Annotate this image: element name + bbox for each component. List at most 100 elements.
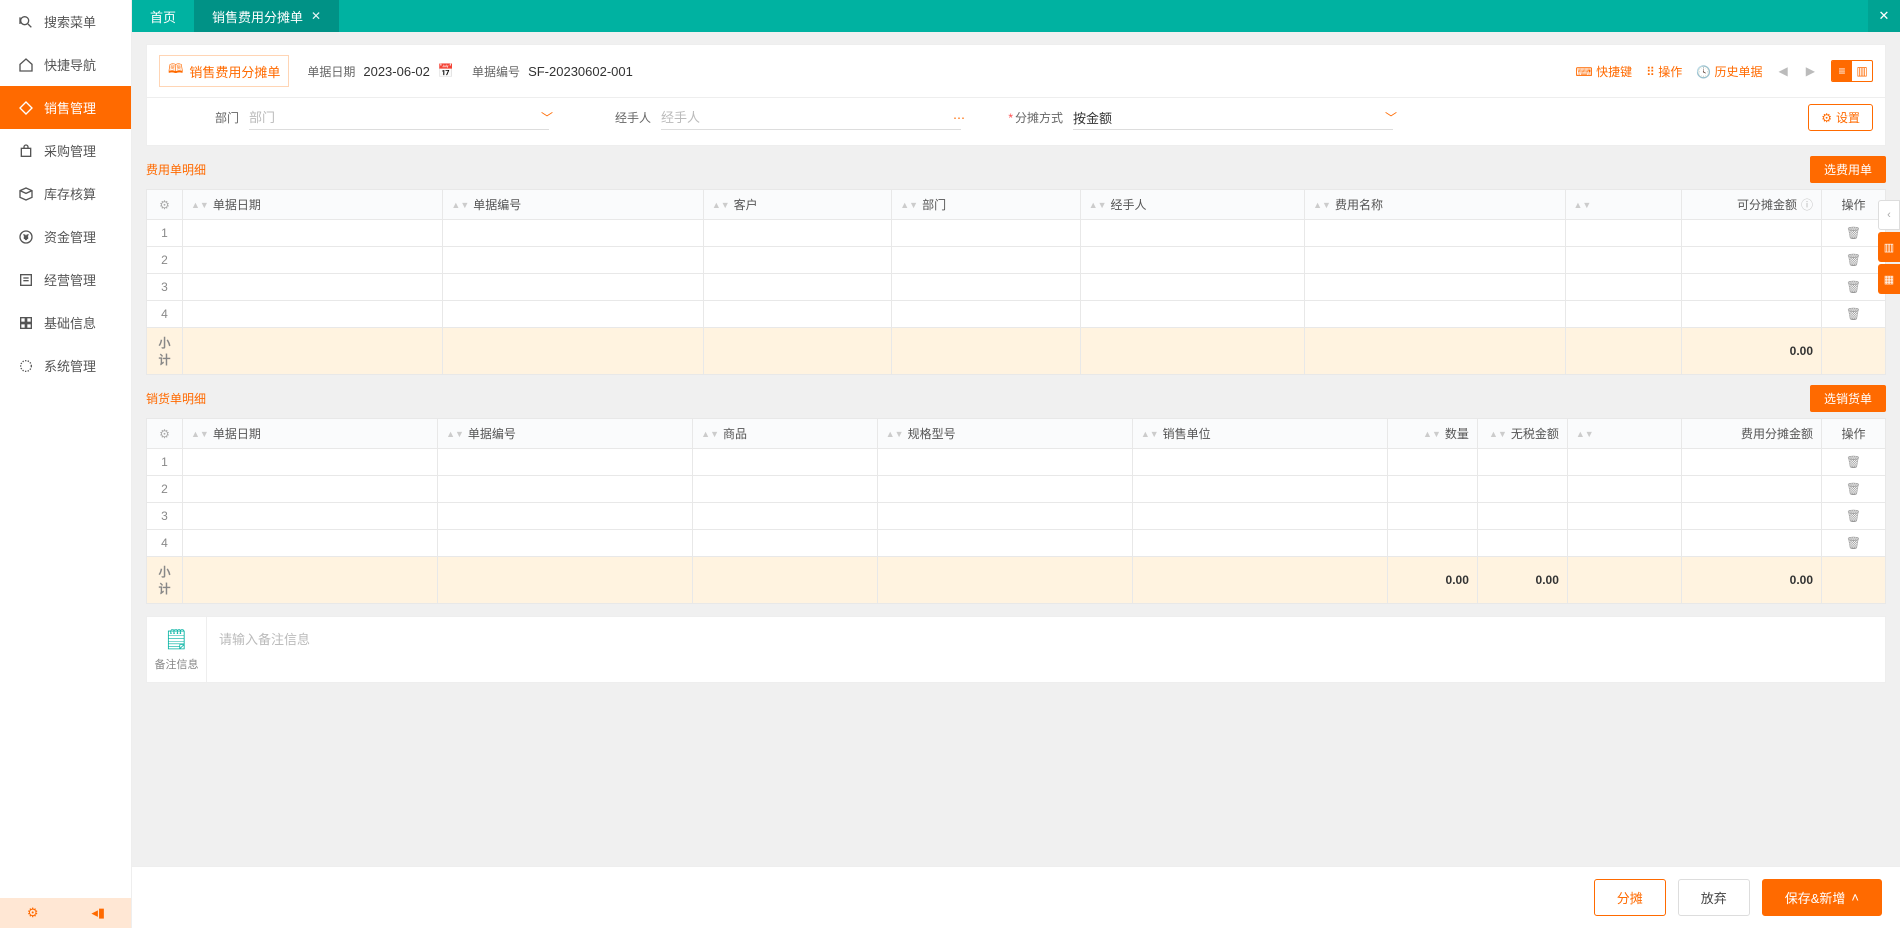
save-and-new-button[interactable]: 保存&新增˄ — [1762, 879, 1882, 916]
header-form: 部门 ﹀ 经手人 ⋯ *分摊方式 ﹀ ⚙设置 — [146, 98, 1886, 146]
delete-row-button[interactable]: 🗑 — [1846, 226, 1861, 240]
nav-next-button[interactable]: ▶ — [1804, 64, 1817, 78]
docno-label: 单据编号 — [472, 63, 520, 80]
sidebar-item-purchase[interactable]: 采购管理 — [0, 129, 131, 172]
select-sales-button[interactable]: 选销货单 — [1810, 385, 1886, 412]
col-qty[interactable]: ▲▼数量 — [1387, 419, 1477, 449]
delete-row-button[interactable]: 🗑 — [1846, 482, 1861, 496]
col-customer[interactable]: ▲▼客户 — [703, 190, 891, 220]
sales-section: 销货单明细 选销货单 ⚙ ▲▼单据日期 ▲▼单据编号 ▲▼商品 ▲▼规格型号 ▲… — [146, 385, 1886, 604]
shortcut-link[interactable]: ⌨ 快捷键 — [1575, 63, 1632, 80]
float-tab-collapse[interactable]: ‹ — [1878, 200, 1900, 230]
tabs-close-all-button[interactable]: ✕ — [1868, 0, 1900, 32]
column-settings-button[interactable]: ⚙ — [147, 419, 183, 449]
col-date[interactable]: ▲▼单据日期 — [183, 419, 438, 449]
sort-icon: ▲▼ — [191, 432, 209, 437]
chevron-down-icon[interactable]: ﹀ — [541, 109, 553, 126]
dept-input[interactable] — [249, 106, 549, 130]
dept-field: 部门 ﹀ — [159, 106, 553, 130]
col-date[interactable]: ▲▼单据日期 — [183, 190, 443, 220]
float-tab-1[interactable]: ▥ — [1878, 232, 1900, 262]
col-product[interactable]: ▲▼商品 — [693, 419, 878, 449]
tab-bar: 首页 销售费用分摊单 ✕ ✕ — [132, 0, 1900, 32]
sort-icon: ▲▼ — [451, 203, 469, 208]
col-spacer[interactable]: ▲▼ — [1567, 419, 1681, 449]
ellipsis-icon[interactable]: ⋯ — [953, 111, 965, 125]
sort-icon: ▲▼ — [1576, 432, 1594, 437]
view-list-button[interactable]: ≡ — [1832, 61, 1852, 81]
settings-button[interactable]: ⚙设置 — [1808, 104, 1873, 131]
ops-link[interactable]: ⠿ 操作 — [1646, 63, 1682, 80]
remark-box: 🗒 备注信息 — [146, 616, 1886, 683]
table-row[interactable]: 3🗑 — [147, 503, 1886, 530]
gear-icon: ⚙ — [1821, 111, 1832, 125]
table-row[interactable]: 1🗑 — [147, 449, 1886, 476]
col-alloc[interactable]: 费用分摊金额 — [1682, 419, 1822, 449]
calendar-icon[interactable]: 📅 — [438, 63, 454, 79]
delete-row-button[interactable]: 🗑 — [1846, 509, 1861, 523]
sidebar-item-sales[interactable]: 销售管理 — [0, 86, 131, 129]
chevron-up-icon: ˄ — [1851, 890, 1859, 905]
delete-row-button[interactable]: 🗑 — [1846, 307, 1861, 321]
sidebar-item-basic[interactable]: 基础信息 — [0, 301, 131, 344]
col-ops: 操作 — [1822, 190, 1886, 220]
sidebar-item-funds[interactable]: ¥ 资金管理 — [0, 215, 131, 258]
sidebar-item-search[interactable]: 搜索菜单 — [0, 0, 131, 43]
gear-ring-icon — [18, 358, 34, 374]
sidebar-item-quicknav[interactable]: 快捷导航 — [0, 43, 131, 86]
select-expense-button[interactable]: 选费用单 — [1810, 156, 1886, 183]
col-unit[interactable]: ▲▼销售单位 — [1132, 419, 1387, 449]
alloc-field: *分摊方式 ﹀ — [983, 106, 1397, 130]
sidebar-collapse-button[interactable]: ◂▮ — [66, 898, 132, 928]
sidebar-label: 采购管理 — [44, 141, 96, 160]
float-tab-2[interactable]: ▦ — [1878, 264, 1900, 294]
history-link[interactable]: 🕓 历史单据 — [1696, 63, 1762, 80]
alloc-input[interactable] — [1073, 106, 1393, 130]
table-row[interactable]: 4🗑 — [147, 301, 1886, 328]
col-allocatable[interactable]: 可分摊金额ⓘ — [1682, 190, 1822, 220]
sidebar-settings-button[interactable]: ⚙ — [0, 898, 66, 928]
column-settings-button[interactable]: ⚙ — [147, 190, 183, 220]
chevron-down-icon[interactable]: ﹀ — [1385, 109, 1397, 126]
col-expense-name[interactable]: ▲▼费用名称 — [1305, 190, 1565, 220]
delete-row-button[interactable]: 🗑 — [1846, 455, 1861, 469]
main-area: 首页 销售费用分摊单 ✕ ✕ 🕮 销售费用分摊单 单据日期 2023-06-02… — [132, 0, 1900, 928]
tab-close-icon[interactable]: ✕ — [311, 9, 321, 23]
sidebar-item-system[interactable]: 系统管理 — [0, 344, 131, 387]
date-value[interactable]: 2023-06-02 — [363, 64, 430, 79]
dept-label: 部门 — [159, 109, 239, 126]
view-form-button[interactable]: ▥ — [1852, 61, 1872, 81]
sidebar-item-business[interactable]: 经营管理 — [0, 258, 131, 301]
handler-input[interactable] — [661, 106, 961, 130]
sort-icon: ▲▼ — [886, 432, 904, 437]
col-spec[interactable]: ▲▼规格型号 — [877, 419, 1132, 449]
remark-input[interactable] — [207, 617, 1885, 682]
help-icon[interactable]: ⓘ — [1801, 198, 1813, 212]
expense-section-title: 费用单明细 — [146, 161, 206, 178]
allocate-button[interactable]: 分摊 — [1594, 879, 1666, 916]
table-row[interactable]: 2🗑 — [147, 476, 1886, 503]
nav-prev-button[interactable]: ◀ — [1777, 64, 1790, 78]
delete-row-button[interactable]: 🗑 — [1846, 536, 1861, 550]
discard-button[interactable]: 放弃 — [1678, 879, 1750, 916]
table-row[interactable]: 2🗑 — [147, 247, 1886, 274]
col-handler[interactable]: ▲▼经手人 — [1080, 190, 1304, 220]
col-docno[interactable]: ▲▼单据编号 — [443, 190, 703, 220]
col-amount[interactable]: ▲▼无税金额 — [1477, 419, 1567, 449]
sort-icon: ▲▼ — [446, 432, 464, 437]
col-dept[interactable]: ▲▼部门 — [892, 190, 1080, 220]
col-spacer[interactable]: ▲▼ — [1565, 190, 1681, 220]
table-row[interactable]: 4🗑 — [147, 530, 1886, 557]
report-icon — [18, 272, 34, 288]
sidebar: 搜索菜单 快捷导航 销售管理 采购管理 库存核算 ¥ 资金管理 经营管理 基础信 — [0, 0, 132, 928]
document-icon: 🕮 — [168, 60, 183, 82]
table-row[interactable]: 3🗑 — [147, 274, 1886, 301]
table-row[interactable]: 1🗑 — [147, 220, 1886, 247]
sidebar-item-inventory[interactable]: 库存核算 — [0, 172, 131, 215]
delete-row-button[interactable]: 🗑 — [1846, 280, 1861, 294]
tab-sales-expense-alloc[interactable]: 销售费用分摊单 ✕ — [194, 0, 339, 32]
col-docno[interactable]: ▲▼单据编号 — [438, 419, 693, 449]
tab-home[interactable]: 首页 — [132, 0, 194, 32]
sidebar-footer: ⚙ ◂▮ — [0, 898, 131, 928]
delete-row-button[interactable]: 🗑 — [1846, 253, 1861, 267]
